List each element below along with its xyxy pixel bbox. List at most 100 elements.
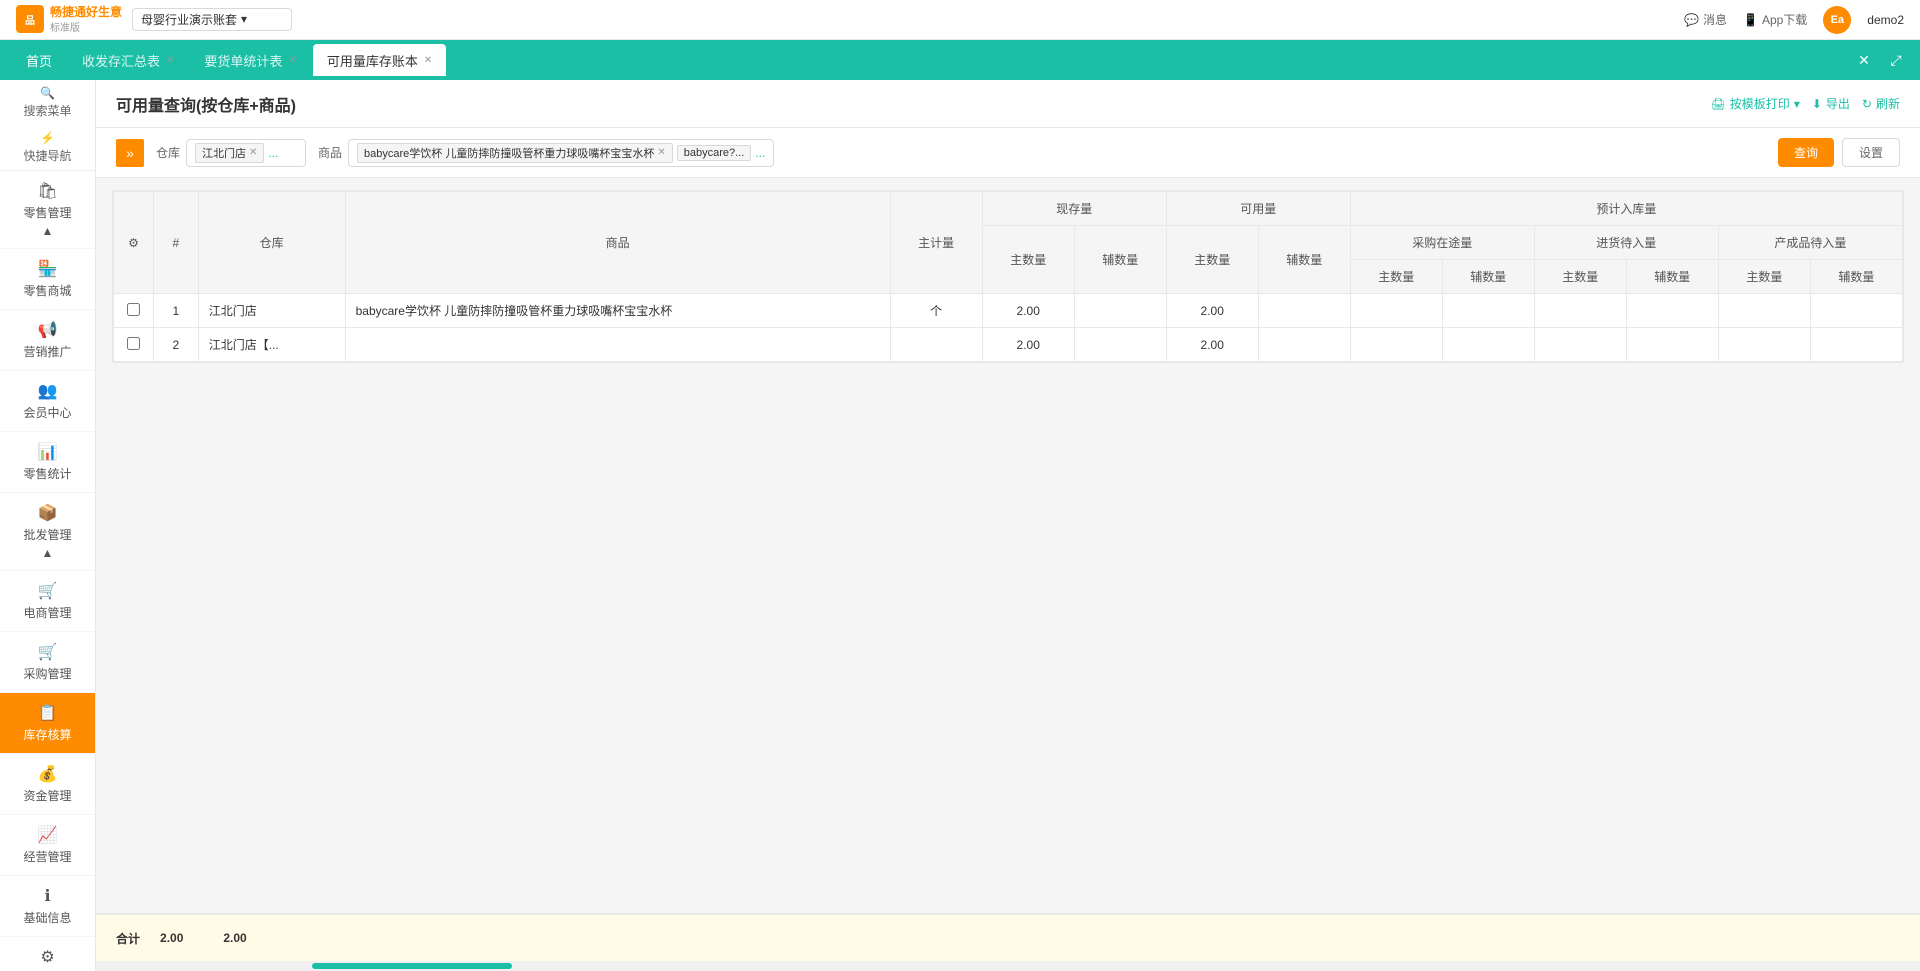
th-gear[interactable]: ⚙ <box>114 192 154 294</box>
sidebar-item-retail-store[interactable]: 🏪 零售商城 <box>0 249 95 310</box>
tab-home[interactable]: 首页 <box>12 44 66 76</box>
sidebar-item-retail-stats[interactable]: 📊 零售统计 <box>0 432 95 493</box>
th-inbound: 预计入库量 <box>1350 192 1902 226</box>
row-stock-aux <box>1074 294 1166 328</box>
marketing-icon: 📢 <box>38 320 58 340</box>
finance-icon: 💰 <box>38 764 58 784</box>
close-window-button[interactable]: ✕ <box>1852 48 1876 72</box>
maximize-button[interactable]: ⤢ <box>1884 48 1908 72</box>
th-production-main: 主数量 <box>1718 260 1810 294</box>
sidebar-item-retail-mgmt[interactable]: 🛍 零售管理 ▲ <box>0 171 95 249</box>
row-avail-aux <box>1258 328 1350 362</box>
warehouse-more[interactable]: ... <box>268 146 278 160</box>
row-product: babycare学饮杯 儿童防摔防撞吸管杯重力球吸嘴杯宝宝水杯 <box>345 294 890 328</box>
sidebar-item-finance[interactable]: 💰 资金管理 <box>0 754 95 815</box>
brand-logo: 品 畅捷通好生意 标准版 <box>16 5 122 34</box>
quick-nav-button[interactable]: ⚡ 快捷导航 <box>0 125 95 171</box>
row-index: 2 <box>154 328 199 362</box>
sidebar-item-basic-info[interactable]: ℹ 基础信息 <box>0 876 95 937</box>
row-warehouse: 江北门店【... <box>198 328 345 362</box>
row-check[interactable] <box>114 294 154 328</box>
avatar[interactable]: Ea <box>1823 6 1851 34</box>
remove-warehouse-tag[interactable]: ✕ <box>249 147 257 158</box>
product-more[interactable]: ... <box>755 146 765 160</box>
tab-receive-send[interactable]: 收发存汇总表 ✕ <box>68 44 188 76</box>
table-row: 1 江北门店 babycare学饮杯 儿童防摔防撞吸管杯重力球吸嘴杯宝宝水杯 个… <box>114 294 1903 328</box>
export-button[interactable]: ⬇ 导出 <box>1812 95 1850 112</box>
username[interactable]: demo2 <box>1867 13 1904 27</box>
app-download-icon: 📱 <box>1743 13 1758 27</box>
th-import-main: 主数量 <box>1534 260 1626 294</box>
close-icon[interactable]: ✕ <box>424 55 432 66</box>
sidebar-item-operations[interactable]: 📈 经营管理 <box>0 815 95 876</box>
sidebar-item-ecommerce[interactable]: 🛒 电商管理 <box>0 571 95 632</box>
row-stock-main: 2.00 <box>982 294 1074 328</box>
wholesale-icon: 📦 <box>38 503 58 523</box>
sidebar-item-member[interactable]: 👥 会员中心 <box>0 371 95 432</box>
row-purchase-main <box>1350 294 1442 328</box>
top-bar-right: 💬 消息 📱 App下载 Ea demo2 <box>1684 6 1904 34</box>
scrollbar-bottom[interactable] <box>96 961 1920 971</box>
app-download-action[interactable]: 📱 App下载 <box>1743 11 1807 28</box>
message-icon: 💬 <box>1684 13 1699 27</box>
product-input[interactable]: babycare学饮杯 儿童防摔防撞吸管杯重力球吸嘴杯宝宝水杯 ✕ babyca… <box>348 139 774 167</box>
sidebar-item-marketing[interactable]: 📢 营销推广 <box>0 310 95 371</box>
remove-product-tag-1[interactable]: ✕ <box>657 147 665 158</box>
total-label: 合计 <box>116 930 140 947</box>
table-area: ⚙ # 仓库 商品 主计量 现存量 可用量 预计入库量 主数量 辅 <box>96 178 1920 913</box>
close-icon[interactable]: ✕ <box>288 55 296 66</box>
sidebar-item-system[interactable]: ⚙ 系统管理 <box>0 937 95 971</box>
top-bar-left: 品 畅捷通好生意 标准版 母婴行业演示账套 ▾ <box>16 5 292 34</box>
retail-store-icon: 🏪 <box>38 259 58 279</box>
sidebar-item-wholesale[interactable]: 📦 批发管理 ▲ <box>0 493 95 571</box>
row-production-main <box>1718 328 1810 362</box>
retail-stats-icon: 📊 <box>38 442 58 462</box>
ecommerce-icon: 🛒 <box>38 581 58 601</box>
total-stock-main: 2.00 <box>160 931 183 945</box>
brand-sub: 标准版 <box>50 19 122 34</box>
member-icon: 👥 <box>38 381 58 401</box>
row-warehouse: 江北门店 <box>198 294 345 328</box>
scroll-thumb[interactable] <box>312 963 512 969</box>
row-stock-main: 2.00 <box>982 328 1074 362</box>
operations-icon: 📈 <box>38 825 58 845</box>
refresh-button[interactable]: ↻ 刷新 <box>1862 95 1900 112</box>
print-button[interactable]: 🖨 按模板打印 ▾ <box>1711 95 1800 112</box>
inventory-icon: 📋 <box>38 703 58 723</box>
tab-order-stats[interactable]: 要货单统计表 ✕ <box>190 44 310 76</box>
row-checkbox[interactable] <box>127 337 140 350</box>
export-icon: ⬇ <box>1812 97 1822 111</box>
search-menu-button[interactable]: 🔍 搜索菜单 <box>0 80 95 125</box>
settings-button[interactable]: 设置 <box>1842 138 1900 167</box>
sidebar: 🔍 搜索菜单 ⚡ 快捷导航 🛍 零售管理 ▲ 🏪 零售商城 📢 营销推广 👥 会… <box>0 80 96 971</box>
brand-name: 畅捷通好生意 <box>50 5 122 19</box>
sidebar-item-inventory[interactable]: 📋 库存核算 <box>0 693 95 754</box>
page-title: 可用量查询(按仓库+商品) <box>116 92 296 116</box>
message-action[interactable]: 💬 消息 <box>1684 11 1727 28</box>
table-row: 2 江北门店【... 2.00 2.00 <box>114 328 1903 362</box>
product-tag-2: babycare?... <box>677 145 752 161</box>
th-warehouse: 仓库 <box>198 192 345 294</box>
search-icon: 🔍 <box>40 86 55 100</box>
row-check[interactable] <box>114 328 154 362</box>
query-button[interactable]: 查询 <box>1778 138 1834 167</box>
purchase-icon: 🛒 <box>38 642 58 662</box>
warehouse-input[interactable]: 江北门店 ✕ ... <box>186 139 306 167</box>
th-production-aux: 辅数量 <box>1810 260 1902 294</box>
th-product: 商品 <box>345 192 890 294</box>
row-index: 1 <box>154 294 199 328</box>
tab-available-stock[interactable]: 可用量库存账本 ✕ <box>313 44 446 76</box>
row-purchase-main <box>1350 328 1442 362</box>
product-tag-1: babycare学饮杯 儿童防摔防撞吸管杯重力球吸嘴杯宝宝水杯 ✕ <box>357 143 673 163</box>
close-icon[interactable]: ✕ <box>166 55 174 66</box>
row-stock-aux <box>1074 328 1166 362</box>
filter-toggle-button[interactable]: » <box>116 139 144 167</box>
industry-selector[interactable]: 母婴行业演示账套 ▾ <box>132 8 292 31</box>
row-checkbox[interactable] <box>127 303 140 316</box>
gear-icon[interactable]: ⚙ <box>128 236 139 250</box>
total-values: 2.00 2.00 <box>160 931 247 945</box>
th-unit: 主计量 <box>890 192 982 294</box>
row-purchase-aux <box>1442 294 1534 328</box>
sidebar-item-purchase[interactable]: 🛒 采购管理 <box>0 632 95 693</box>
row-production-aux <box>1810 328 1902 362</box>
